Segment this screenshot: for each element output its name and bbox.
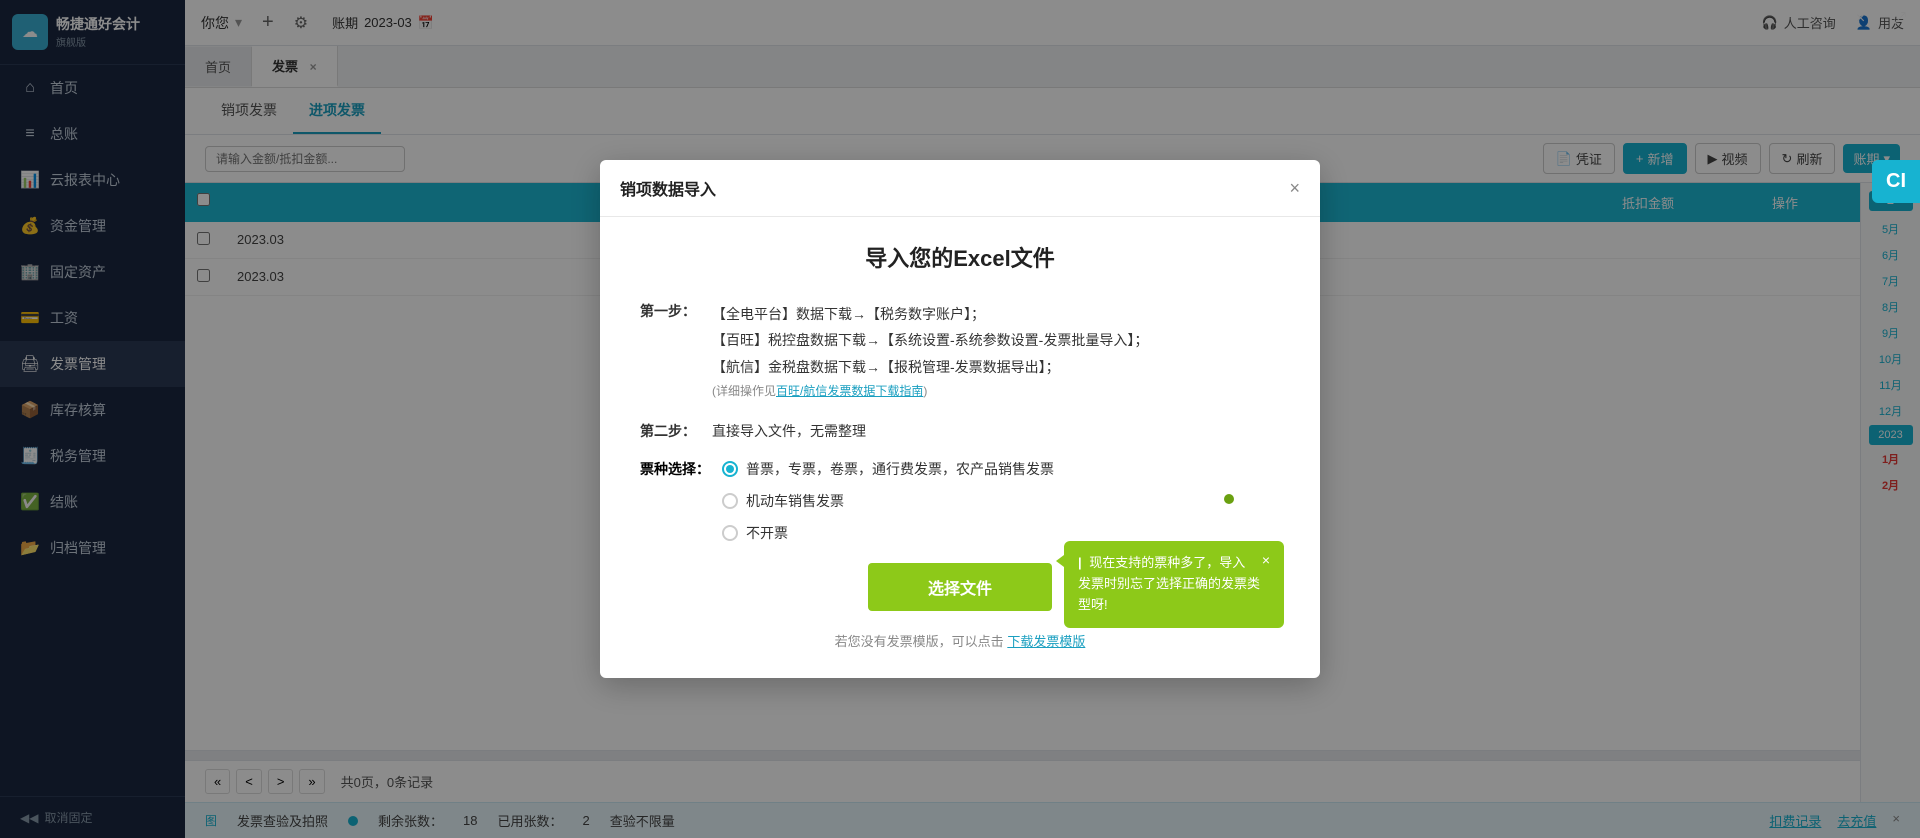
modal-body: 导入您的Excel文件 第一步： 【全电平台】数据下载→【税务数字账户】； 【百…	[600, 217, 1320, 679]
tooltip-popup: × | 现在支持的票种多了，导入发票时别忘了选择正确的发票类型呀!	[1064, 541, 1284, 627]
step1-block: 第一步： 【全电平台】数据下载→【税务数字账户】； 【百旺】税控盘数据下载→【系…	[640, 301, 1280, 404]
step2-content: 直接导入文件，无需整理	[712, 421, 866, 441]
ticket-motor-label: 机动车销售发票	[746, 491, 844, 511]
window-maximize-button[interactable]: ⤢	[1879, 0, 1920, 38]
ticket-option-noticket[interactable]: 不开票	[722, 523, 1054, 543]
ticket-options: 普票，专票，卷票，通行费发票，农产品销售发票 机动车销售发票 × | 现在支持的…	[722, 459, 1054, 543]
step1-label: 第一步：	[640, 301, 700, 321]
window-close-button[interactable]: ×	[1842, 0, 1879, 38]
select-file-button[interactable]: 选择文件	[868, 563, 1052, 611]
ticket-label: 票种选择：	[640, 459, 710, 479]
radio-normal	[722, 461, 738, 477]
tooltip-close-button[interactable]: ×	[1262, 553, 1270, 567]
step1-link[interactable]: 百旺/航信发票数据下载指南	[776, 384, 923, 398]
ticket-normal-label: 普票，专票，卷票，通行费发票，农产品销售发票	[746, 459, 1054, 479]
user-avatar[interactable]: CI	[1872, 160, 1920, 203]
step1-note-suffix: )	[923, 384, 927, 398]
radio-motor	[722, 493, 738, 509]
download-template-link[interactable]: 下载发票模版	[1007, 634, 1085, 649]
modal-footer: 若您没有发票模版，可以点击 下载发票模版	[640, 631, 1280, 650]
radio-noticket	[722, 525, 738, 541]
ticket-option-normal[interactable]: 普票，专票，卷票，通行费发票，农产品销售发票	[722, 459, 1054, 479]
tooltip-text: 现在支持的票种多了，导入发票时别忘了选择正确的发票类型呀!	[1078, 555, 1260, 612]
step1-content: 【全电平台】数据下载→【税务数字账户】； 【百旺】税控盘数据下载→【系统设置-系…	[712, 301, 1148, 404]
tooltip-dot	[1224, 494, 1234, 504]
avatar-initials: CI	[1886, 170, 1906, 192]
step2-label: 第二步：	[640, 421, 700, 441]
step1-line3: 【航信】金税盘数据下载→【报税管理-发票数据导出】；	[712, 354, 1148, 381]
modal-title: 销项数据导入	[620, 176, 716, 200]
modal-main-title: 导入您的Excel文件	[640, 241, 1280, 273]
ticket-selection-block: 票种选择： 普票，专票，卷票，通行费发票，农产品销售发票 机动车销售发票	[640, 459, 1280, 543]
footer-note-prefix: 若您没有发票模版，可以点击	[835, 634, 1004, 649]
step1-note: (详细操作见百旺/航信发票数据下载指南)	[712, 380, 1148, 403]
tooltip-bar: |	[1078, 555, 1082, 570]
modal-header: 销项数据导入 ×	[600, 160, 1320, 217]
step1-note-prefix: (详细操作见	[712, 384, 776, 398]
step1-line1: 【全电平台】数据下载→【税务数字账户】；	[712, 301, 1148, 328]
step1-line2: 【百旺】税控盘数据下载→【系统设置-系统参数设置-发票批量导入】；	[712, 327, 1148, 354]
step2-block: 第二步： 直接导入文件，无需整理	[640, 421, 1280, 441]
select-file-label: 选择文件	[928, 581, 992, 598]
modal-close-button[interactable]: ×	[1289, 179, 1300, 197]
modal-overlay: 销项数据导入 × 导入您的Excel文件 第一步： 【全电平台】数据下载→【税务…	[0, 0, 1920, 838]
radio-inner-normal	[726, 465, 734, 473]
ticket-option-motor[interactable]: 机动车销售发票 × | 现在支持的票种多了，导入发票时别忘了选择正确的发票类型呀…	[722, 491, 1054, 511]
window-controls: × ⤢	[1842, 0, 1920, 38]
ticket-noticket-label: 不开票	[746, 523, 788, 543]
import-modal: 销项数据导入 × 导入您的Excel文件 第一步： 【全电平台】数据下载→【税务…	[600, 160, 1320, 679]
